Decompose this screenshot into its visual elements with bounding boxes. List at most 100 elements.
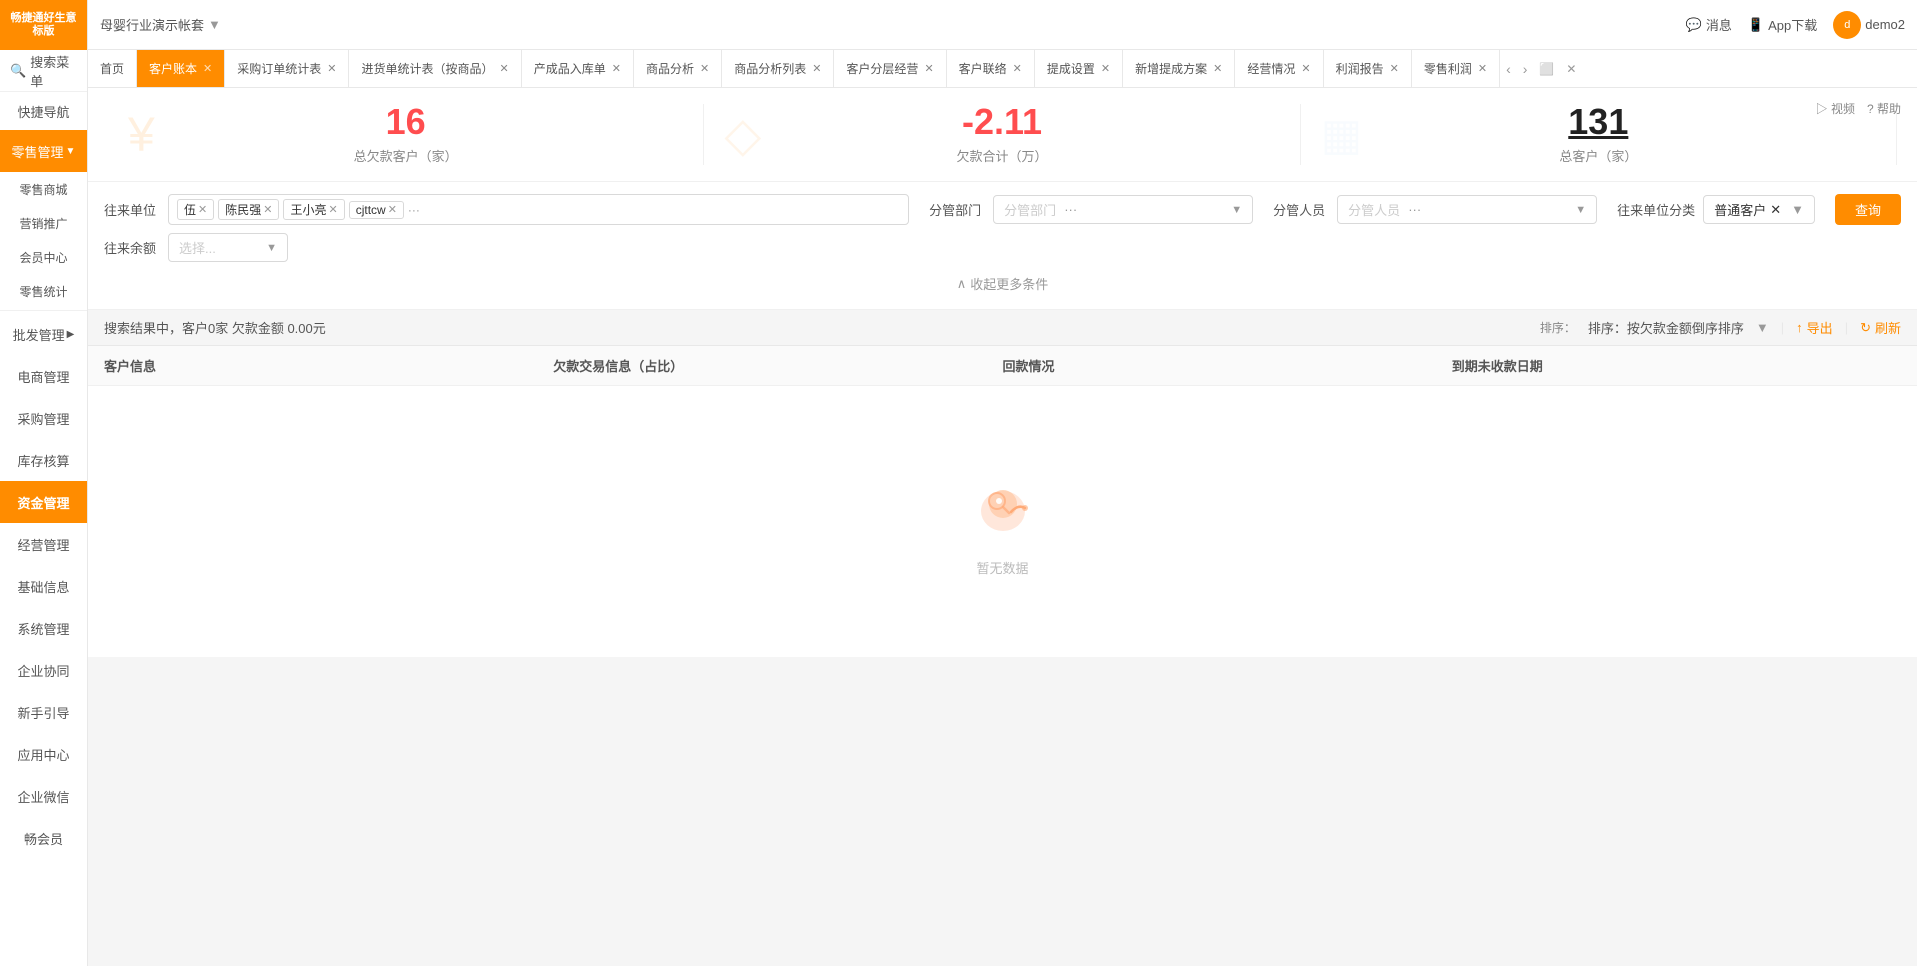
app-logo: 畅捷通好生意 标版 <box>0 0 87 50</box>
sidebar-item-system[interactable]: 系统管理 <box>0 607 87 649</box>
text-help-link[interactable]: ? 帮助 <box>1867 100 1901 117</box>
tab-operations[interactable]: 经营情况 ✕ <box>1235 50 1323 87</box>
close-tab-icon[interactable]: ✕ <box>1101 62 1110 75</box>
tab-stock-stats[interactable]: 进货单统计表（按商品） ✕ <box>349 50 521 87</box>
tab-profit-report[interactable]: 利润报告 ✕ <box>1324 50 1412 87</box>
sidebar-item-basicinfo[interactable]: 基础信息 <box>0 565 87 607</box>
stat-value-debt: -2.11 <box>962 104 1042 140</box>
sort-chevron-icon[interactable]: ▼ <box>1756 320 1769 335</box>
sort-select[interactable]: 排序：按欠款金额倒序排序 <box>1588 318 1744 337</box>
collapse-filter-button[interactable]: ∧ 收起更多条件 <box>945 270 1061 297</box>
search-menu-item[interactable]: 🔍 搜索菜单 <box>0 50 87 92</box>
video-help-link[interactable]: ▷ 视频 <box>1816 100 1855 117</box>
close-tab-icon[interactable]: ✕ <box>1301 62 1310 75</box>
empty-text: 暂无数据 <box>976 558 1028 577</box>
quick-nav-item[interactable]: 快捷导航 <box>0 92 87 130</box>
sidebar-item-ecommerce[interactable]: 电商管理 <box>0 355 87 397</box>
account-selector[interactable]: 母婴行业演示帐套 ▼ <box>100 15 221 34</box>
close-tab-icon[interactable]: ✕ <box>612 62 621 75</box>
tab-new-commission[interactable]: 新增提成方案 ✕ <box>1123 50 1235 87</box>
export-button[interactable]: ↑ 导出 <box>1796 318 1833 337</box>
tab-retail-profit[interactable]: 零售利润 ✕ <box>1412 50 1500 87</box>
dept-select[interactable]: 分管部门 ··· ▼ <box>993 195 1253 224</box>
search-icon: 🔍 <box>10 63 26 79</box>
unit-type-label: 往来单位分类 <box>1617 200 1695 219</box>
app-download-button[interactable]: 📱 App下载 <box>1748 15 1817 34</box>
tab-maximize[interactable]: ⬜ <box>1533 50 1560 87</box>
tab-nav-left[interactable]: ‹ <box>1500 50 1517 87</box>
sidebar-item-retail-mall[interactable]: 零售商城 <box>0 172 87 206</box>
unit-tag-2[interactable]: 陈民强 ✕ <box>218 199 279 220</box>
balance-select[interactable]: 选择... ▼ <box>168 233 288 262</box>
unit-tag-1[interactable]: 伍 ✕ <box>177 199 214 220</box>
tab-nav-right[interactable]: › <box>1517 50 1534 87</box>
dept-select-dots[interactable]: ··· <box>1060 202 1081 217</box>
download-icon: 📱 <box>1748 17 1764 33</box>
query-button[interactable]: 查询 <box>1835 194 1901 225</box>
sidebar-item-vip[interactable]: 畅会员 <box>0 817 87 859</box>
table-wrapper: 客户信息 欠款交易信息（占比） 回款情况 到期未收款日期 <box>88 346 1917 657</box>
filter-area: 往来单位 伍 ✕ 陈民强 ✕ 王小亮 ✕ <box>88 182 1917 310</box>
person-select-dots[interactable]: ··· <box>1404 202 1425 217</box>
sidebar-item-operations[interactable]: 经营管理 <box>0 523 87 565</box>
tab-production-inbound[interactable]: 产成品入库单 ✕ <box>522 50 634 87</box>
sidebar-item-purchase[interactable]: 采购管理 <box>0 397 87 439</box>
tab-product-analysis[interactable]: 商品分析 ✕ <box>634 50 722 87</box>
tab-purchase-order[interactable]: 采购订单统计表 ✕ <box>225 50 349 87</box>
unit-type-select[interactable]: 普通客户 ✕ ▼ <box>1703 195 1815 224</box>
sidebar-item-collab[interactable]: 企业协同 <box>0 649 87 691</box>
tab-customer-contact[interactable]: 客户联络 ✕ <box>947 50 1035 87</box>
close-tab-icon[interactable]: ✕ <box>203 62 212 75</box>
remove-tag-icon[interactable]: ✕ <box>388 203 397 216</box>
sidebar-item-retail-stats[interactable]: 零售统计 <box>0 274 87 308</box>
stat-label-total: 总客户（家） <box>1559 146 1637 165</box>
message-icon: 💬 <box>1686 17 1702 33</box>
chevron-up-icon: ∧ <box>957 276 967 292</box>
sidebar-item-guide[interactable]: 新手引导 <box>0 691 87 733</box>
chevron-down-icon: ▼ <box>208 17 221 32</box>
unit-tag-3[interactable]: 王小亮 ✕ <box>283 199 344 220</box>
close-tab-icon[interactable]: ✕ <box>500 62 509 75</box>
close-tab-icon[interactable]: ✕ <box>700 62 709 75</box>
close-tab-icon[interactable]: ✕ <box>1013 62 1022 75</box>
chevron-down-icon: ▼ <box>1231 204 1242 216</box>
sidebar-item-wholesale[interactable]: 批发管理 ▶ <box>0 313 87 355</box>
unit-tag-4[interactable]: cjttcw ✕ <box>349 201 404 219</box>
sidebar-item-member-center[interactable]: 会员中心 <box>0 240 87 274</box>
sidebar-item-wechat[interactable]: 企业微信 <box>0 775 87 817</box>
col-header-debt: 欠款交易信息（占比） <box>553 356 1002 375</box>
stat-value-total[interactable]: 131 <box>1568 104 1628 140</box>
sidebar-item-retail[interactable]: 零售管理 ▼ <box>0 130 87 172</box>
close-tab-icon[interactable]: ✕ <box>327 62 336 75</box>
tab-commission-setting[interactable]: 提成设置 ✕ <box>1035 50 1123 87</box>
remove-tag-icon[interactable]: ✕ <box>263 203 272 216</box>
balance-filter-label: 往来余额 <box>104 238 160 257</box>
close-tab-icon[interactable]: ✕ <box>924 62 933 75</box>
table-header: 客户信息 欠款交易信息（占比） 回款情况 到期未收款日期 <box>88 346 1917 386</box>
chevron-down-icon: ▼ <box>66 146 76 157</box>
remove-tag-icon[interactable]: ✕ <box>328 203 337 216</box>
stat-total-debt-customers: ¥ 16 总欠款客户（家） <box>108 104 704 165</box>
content-area: ¥ 16 总欠款客户（家） ◇ -2.11 欠款合计（万） ▦ 131 总客户（… <box>88 88 1917 966</box>
sidebar-item-appcenter[interactable]: 应用中心 <box>0 733 87 775</box>
close-tab-icon[interactable]: ✕ <box>1213 62 1222 75</box>
remove-tag-icon[interactable]: ✕ <box>198 203 207 216</box>
tab-customer-tier[interactable]: 客户分层经营 ✕ <box>834 50 946 87</box>
stat-value-customers[interactable]: 16 <box>386 104 426 140</box>
tab-close-all[interactable]: ✕ <box>1560 50 1582 87</box>
tab-product-analysis-list[interactable]: 商品分析列表 ✕ <box>722 50 834 87</box>
tab-customer-book[interactable]: 客户账本 ✕ <box>137 50 225 87</box>
refresh-button[interactable]: ↻ 刷新 <box>1860 318 1901 337</box>
remove-unit-type-icon[interactable]: ✕ <box>1770 202 1781 218</box>
close-tab-icon[interactable]: ✕ <box>1390 62 1399 75</box>
more-tags-button[interactable]: ··· <box>408 203 420 217</box>
person-select[interactable]: 分管人员 ··· ▼ <box>1337 195 1597 224</box>
sidebar-item-finance[interactable]: 资金管理 <box>0 481 87 523</box>
close-tab-icon[interactable]: ✕ <box>1478 62 1487 75</box>
tab-home[interactable]: 首页 <box>88 50 137 87</box>
close-tab-icon[interactable]: ✕ <box>812 62 821 75</box>
message-button[interactable]: 💬 消息 <box>1686 15 1732 34</box>
user-menu[interactable]: d demo2 <box>1833 11 1905 39</box>
sidebar-item-marketing[interactable]: 营销推广 <box>0 206 87 240</box>
sidebar-item-inventory[interactable]: 库存核算 <box>0 439 87 481</box>
